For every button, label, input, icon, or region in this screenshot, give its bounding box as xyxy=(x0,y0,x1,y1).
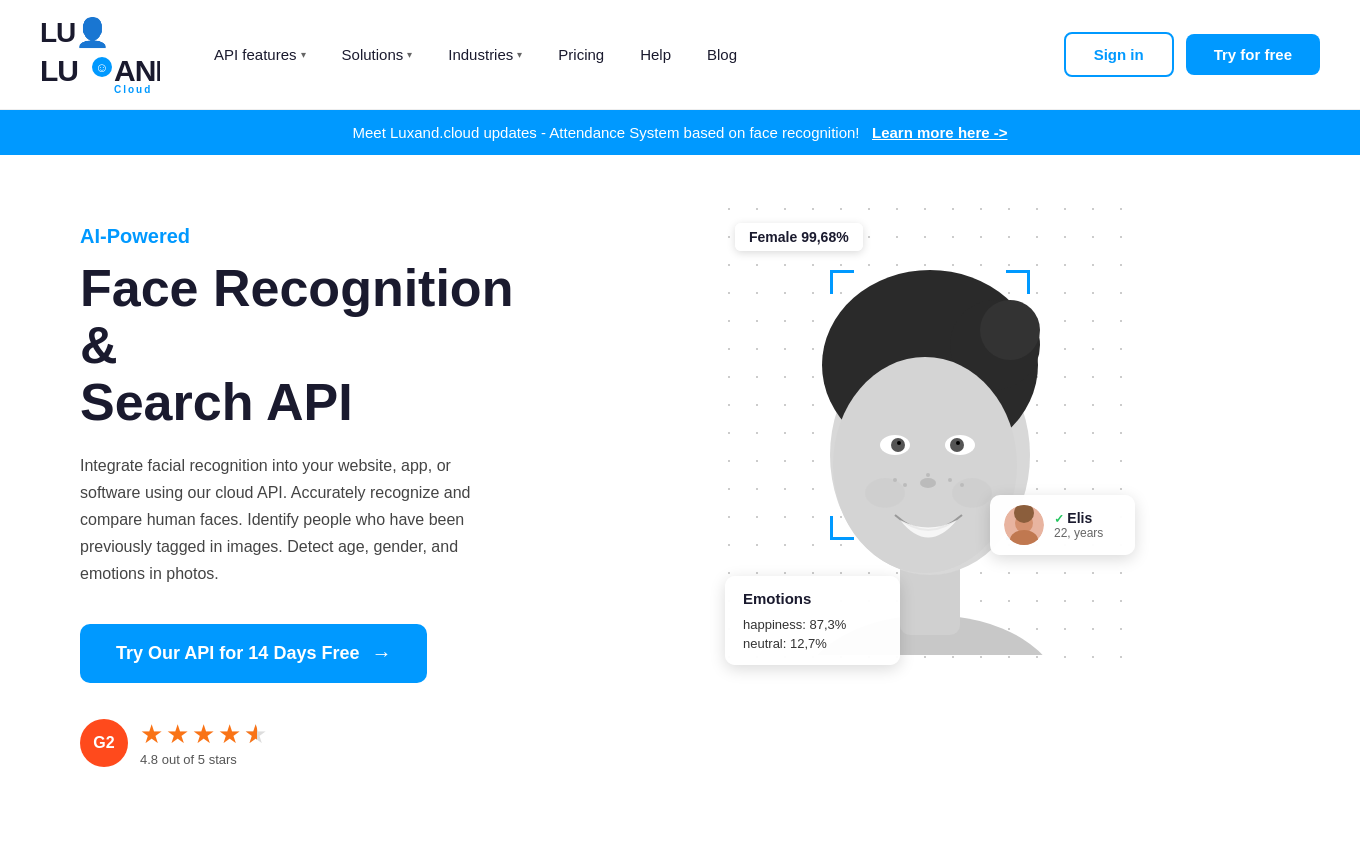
nav-item-industries[interactable]: Industries ▾ xyxy=(434,38,536,71)
chevron-down-icon: ▾ xyxy=(301,49,306,60)
hero-content: AI-Powered Face Recognition & Search API… xyxy=(80,205,580,767)
hero-title: Face Recognition & Search API xyxy=(80,260,580,432)
hero-cta-button[interactable]: Try Our API for 14 Days Free → xyxy=(80,624,427,683)
star-4: ★ xyxy=(218,719,241,750)
logo[interactable]: LU 👤 LU ☺ AND Cloud xyxy=(40,16,160,93)
emotions-card: Emotions happiness: 87,3% neutral: 12,7% xyxy=(725,576,900,665)
emotions-line-1: happiness: 87,3% xyxy=(743,617,882,632)
g2-badge: G2 xyxy=(80,719,128,767)
logo-svg: LU ☺ AND Cloud xyxy=(40,49,160,93)
face-demo-container: Female 99,68% xyxy=(715,195,1145,675)
nav-item-help[interactable]: Help xyxy=(626,38,685,71)
chevron-down-icon: ▾ xyxy=(517,49,522,60)
identity-avatar xyxy=(1004,505,1044,545)
svg-text:Cloud: Cloud xyxy=(114,84,152,93)
hero-description: Integrate facial recognition into your w… xyxy=(80,452,510,588)
logo-icon-letter: 👤 xyxy=(75,17,109,48)
emotions-title: Emotions xyxy=(743,590,882,607)
emotions-line-2: neutral: 12,7% xyxy=(743,636,882,651)
identity-check: ✓ Elis xyxy=(1054,510,1103,526)
star-half: ★ ★ xyxy=(244,719,267,750)
star-3: ★ xyxy=(192,719,215,750)
corner-tr xyxy=(1006,270,1030,294)
main-nav: API features ▾ Solutions ▾ Industries ▾ … xyxy=(200,38,1064,71)
stars-and-label: ★ ★ ★ ★ ★ ★ 4.8 out of 5 stars xyxy=(140,719,267,767)
header-actions: Sign in Try for free xyxy=(1064,32,1320,77)
nav-item-pricing[interactable]: Pricing xyxy=(544,38,618,71)
corner-bl xyxy=(830,516,854,540)
logo-text: LU 👤 LU ☺ AND Cloud xyxy=(40,16,160,93)
rating-text: 4.8 out of 5 stars xyxy=(140,752,267,767)
identity-card: ✓ Elis 22, years xyxy=(990,495,1135,555)
nav-item-solutions[interactable]: Solutions ▾ xyxy=(328,38,427,71)
star-rating: ★ ★ ★ ★ ★ ★ xyxy=(140,719,267,750)
nav-item-blog[interactable]: Blog xyxy=(693,38,751,71)
announcement-banner: Meet Luxand.cloud updates - Attendance S… xyxy=(0,110,1360,155)
hero-ai-powered-label: AI-Powered xyxy=(80,225,580,248)
svg-text:☺: ☺ xyxy=(95,60,107,75)
cta-label: Try Our API for 14 Days Free xyxy=(116,643,359,664)
identity-info: ✓ Elis 22, years xyxy=(1054,510,1103,540)
signin-button[interactable]: Sign in xyxy=(1064,32,1174,77)
chevron-down-icon: ▾ xyxy=(407,49,412,60)
svg-text:AND: AND xyxy=(114,54,160,87)
star-1: ★ xyxy=(140,719,163,750)
gender-detection-label: Female 99,68% xyxy=(735,223,863,251)
hero-demo-visual: Female 99,68% xyxy=(580,205,1280,705)
try-free-button[interactable]: Try for free xyxy=(1186,34,1320,75)
header: LU 👤 LU ☺ AND Cloud API features ▾ Soluti… xyxy=(0,0,1360,110)
corner-tl xyxy=(830,270,854,294)
banner-learn-more-link[interactable]: Learn more here -> xyxy=(872,124,1007,141)
star-2: ★ xyxy=(166,719,189,750)
svg-text:LU: LU xyxy=(40,54,78,87)
hero-section: AI-Powered Face Recognition & Search API… xyxy=(0,155,1360,827)
identity-age: 22, years xyxy=(1054,526,1103,540)
avatar-svg xyxy=(1004,505,1044,545)
rating-area: G2 ★ ★ ★ ★ ★ ★ 4.8 out of 5 stars xyxy=(80,719,580,767)
nav-item-api-features[interactable]: API features ▾ xyxy=(200,38,320,71)
identity-name: Elis xyxy=(1067,510,1092,526)
arrow-icon: → xyxy=(371,642,391,665)
